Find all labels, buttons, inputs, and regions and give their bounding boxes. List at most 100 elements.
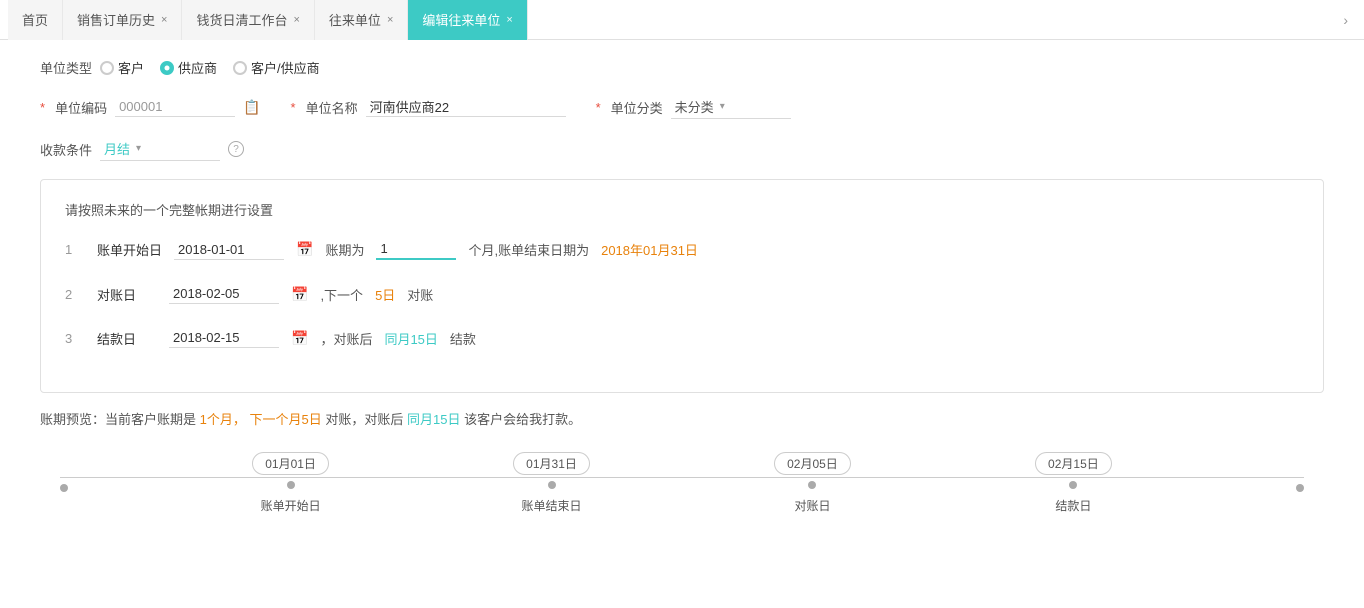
timeline-right-dot — [1296, 484, 1304, 492]
row3-day-highlight: 同月15日 — [384, 329, 437, 348]
row-num-3: 3 — [65, 331, 85, 346]
category-group: * 单位分类 未分类 ▾ — [596, 95, 791, 119]
preview-text: 账期预览：当前客户账期是 1个月， 下一个月5日 对账，对账后 同月15日 该客… — [40, 409, 1324, 428]
category-required: * — [596, 100, 601, 115]
payment-row: 收款条件 月结 ▾ ? — [40, 137, 1324, 161]
tab-counterpart-close[interactable]: × — [387, 14, 393, 26]
timeline-node-1 — [287, 481, 295, 489]
payment-chevron-icon: ▾ — [136, 143, 141, 154]
unit-type-row: 单位类型 客户 供应商 客户/供应商 — [40, 58, 1324, 77]
code-required: * — [40, 100, 45, 115]
row-field-label-3: 结款日 — [97, 329, 157, 348]
tab-home-label: 首页 — [22, 10, 48, 29]
tab-edit-counterpart-close[interactable]: × — [506, 14, 512, 26]
tab-home[interactable]: 首页 — [8, 0, 63, 40]
radio-customer-supplier-label: 客户/供应商 — [251, 58, 320, 77]
category-label: 单位分类 — [611, 98, 663, 117]
settings-row-3: 3 结款日 📅 ，对账后 同月15日 结款 — [65, 328, 1299, 348]
row2-suffix: 对账 — [407, 285, 433, 304]
payment-date-calendar-icon[interactable]: 📅 — [291, 330, 308, 347]
timeline-badge-1: 01月01日 — [252, 452, 329, 475]
settings-box: 请按照未来的一个完整帐期进行设置 1 账单开始日 📅 账期为 个月,账单结束日期… — [40, 179, 1324, 393]
radio-customer-supplier-circle — [233, 61, 247, 75]
code-group: * 单位编码 📋 — [40, 97, 261, 117]
radio-customer-label: 客户 — [118, 58, 144, 77]
preview-part1: 1个月， — [200, 412, 246, 427]
timeline-label-4: 结款日 — [1055, 497, 1091, 514]
name-label: 单位名称 — [306, 98, 358, 117]
row2-day-highlight: 5日 — [375, 285, 395, 304]
period-input[interactable] — [376, 239, 456, 260]
radio-customer-supplier[interactable]: 客户/供应商 — [233, 58, 320, 77]
payment-help-icon[interactable]: ? — [228, 141, 244, 157]
tab-sales-history-label: 销售订单历史 — [77, 10, 155, 29]
name-input[interactable] — [366, 97, 566, 117]
name-required: * — [291, 100, 296, 115]
preview-mid: 对账，对账后 — [325, 412, 403, 427]
code-label: 单位编码 — [55, 98, 107, 117]
code-name-category-row: * 单位编码 📋 * 单位名称 * 单位分类 未分类 ▾ — [40, 95, 1324, 119]
timeline-items: 01月01日 账单开始日 01月31日 账单结束日 02月05日 对账日 — [60, 452, 1304, 514]
settings-row-2: 2 对账日 📅 ,下一个 5日 对账 — [65, 284, 1299, 304]
timeline-right-edge — [1296, 456, 1304, 514]
reconcile-date-calendar-icon[interactable]: 📅 — [291, 286, 308, 303]
tab-edit-counterpart[interactable]: 编辑往来单位 × — [408, 0, 527, 40]
settings-row-1: 1 账单开始日 📅 账期为 个月,账单结束日期为 2018年01月31日 — [65, 239, 1299, 260]
tab-sales-history-close[interactable]: × — [161, 14, 167, 26]
code-calendar-icon[interactable]: 📋 — [243, 99, 260, 116]
timeline-label-1: 账单开始日 — [261, 497, 321, 514]
row-num-1: 1 — [65, 242, 85, 257]
timeline-point-1: 01月01日 账单开始日 — [252, 452, 329, 514]
timeline-node-4 — [1069, 481, 1077, 489]
preview-end: 该客户会给我打款。 — [464, 412, 581, 427]
timeline-node-2 — [548, 481, 556, 489]
reconcile-date-input[interactable] — [169, 284, 279, 304]
tabs-bar: 首页 销售订单历史 × 钱货日清工作台 × 往来单位 × 编辑往来单位 × › — [0, 0, 1364, 40]
settings-title: 请按照未来的一个完整帐期进行设置 — [65, 200, 1299, 219]
row3-suffix: 结款 — [450, 329, 476, 348]
tab-sales-history[interactable]: 销售订单历史 × — [63, 0, 182, 40]
tab-counterpart-label: 往来单位 — [329, 10, 381, 29]
preview-part2: 下一个月5日 — [250, 412, 322, 427]
main-content: 单位类型 客户 供应商 客户/供应商 * 单位编码 — [0, 40, 1364, 608]
unit-type-group: 单位类型 客户 供应商 客户/供应商 — [40, 58, 320, 77]
row1-end-date-highlight: 2018年01月31日 — [601, 240, 698, 259]
radio-customer[interactable]: 客户 — [100, 58, 144, 77]
payment-value: 月结 — [104, 139, 130, 158]
timeline-left-dot — [60, 484, 68, 492]
timeline-point-2: 01月31日 账单结束日 — [513, 452, 590, 514]
radio-supplier-circle — [160, 61, 174, 75]
payment-select[interactable]: 月结 ▾ — [100, 137, 220, 161]
row-field-label-2: 对账日 — [97, 285, 157, 304]
timeline-label-3: 对账日 — [794, 497, 830, 514]
payment-date-input[interactable] — [169, 328, 279, 348]
category-value: 未分类 — [675, 97, 714, 116]
timeline-badge-3: 02月05日 — [774, 452, 851, 475]
tab-counterpart[interactable]: 往来单位 × — [315, 0, 408, 40]
timeline-node-3 — [808, 481, 816, 489]
tabs-more-arrow[interactable]: › — [1335, 12, 1356, 28]
tab-cash-work-close[interactable]: × — [293, 14, 299, 26]
tab-edit-counterpart-label: 编辑往来单位 — [422, 10, 500, 29]
unit-type-radio-group: 客户 供应商 客户/供应商 — [100, 58, 320, 77]
tab-cash-work[interactable]: 钱货日清工作台 × — [182, 0, 314, 40]
row-num-2: 2 — [65, 287, 85, 302]
row-field-label-1: 账单开始日 — [97, 240, 162, 259]
category-select[interactable]: 未分类 ▾ — [671, 95, 791, 119]
category-chevron-icon: ▾ — [720, 101, 725, 112]
row3-prefix: ，对账后 — [320, 329, 372, 348]
timeline-badge-4: 02月15日 — [1035, 452, 1112, 475]
payment-group: 收款条件 月结 ▾ ? — [40, 137, 244, 161]
preview-label: 账期预览：当前客户账期是 — [40, 412, 196, 427]
radio-supplier[interactable]: 供应商 — [160, 58, 217, 77]
radio-customer-circle — [100, 61, 114, 75]
row1-suffix-before: 账期为 — [325, 240, 364, 259]
preview-section: 账期预览：当前客户账期是 1个月， 下一个月5日 对账，对账后 同月15日 该客… — [40, 409, 1324, 514]
name-group: * 单位名称 — [291, 97, 566, 117]
unit-type-label: 单位类型 — [40, 58, 92, 77]
code-input[interactable] — [115, 97, 235, 117]
start-date-calendar-icon[interactable]: 📅 — [296, 241, 313, 258]
timeline-wrapper: 01月01日 账单开始日 01月31日 账单结束日 02月05日 对账日 — [40, 452, 1324, 514]
start-date-input[interactable] — [174, 240, 284, 260]
timeline-label-2: 账单结束日 — [522, 497, 582, 514]
